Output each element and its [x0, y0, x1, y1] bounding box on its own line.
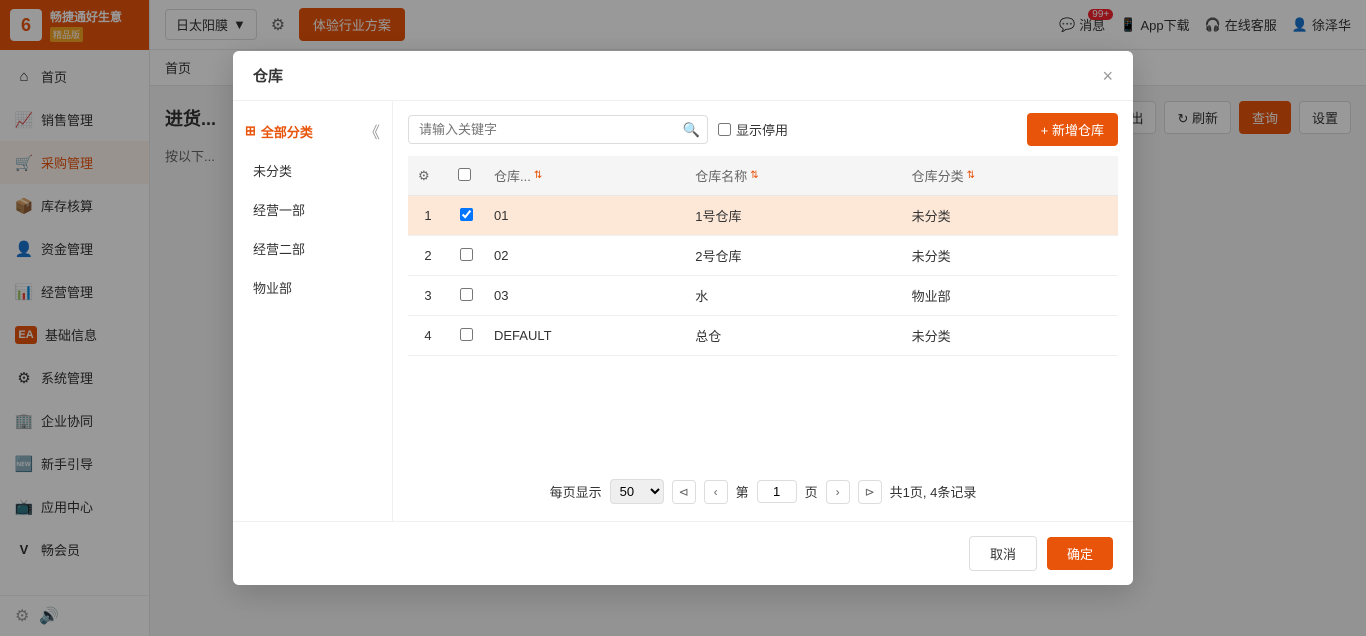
- table-row[interactable]: 4 DEFAULT 总仓 未分类: [408, 316, 1118, 356]
- col-code-header[interactable]: 仓库... ⇅: [484, 156, 685, 196]
- total-info: 共1页, 4条记录: [890, 482, 977, 501]
- warehouse-table: ⚙ 仓库... ⇅: [408, 156, 1118, 356]
- row-code: DEFAULT: [484, 316, 685, 356]
- page-input[interactable]: [757, 480, 797, 503]
- row-index: 1: [408, 196, 448, 236]
- row-code: 03: [484, 276, 685, 316]
- row-name: 水: [685, 276, 901, 316]
- sort-name-icon: ⇅: [750, 170, 758, 181]
- col-check: [448, 156, 484, 196]
- collapse-icon[interactable]: 《: [364, 119, 380, 143]
- row-name: 2号仓库: [685, 236, 901, 276]
- col-name-header[interactable]: 仓库名称 ⇅: [685, 156, 901, 196]
- modal-footer: 取消 确定: [233, 521, 1133, 585]
- table-area: 🔍 显示停用 + 新增仓库 ⚙: [393, 101, 1133, 521]
- row-checkbox[interactable]: [448, 316, 484, 356]
- gear-col-icon[interactable]: ⚙: [418, 168, 430, 183]
- table-row[interactable]: 1 01 1号仓库 未分类: [408, 196, 1118, 236]
- next-page-button[interactable]: ›: [826, 480, 850, 504]
- modal-header: 仓库 ×: [233, 51, 1133, 101]
- modal-close-button[interactable]: ×: [1102, 67, 1113, 85]
- search-wrap: 🔍: [408, 115, 708, 144]
- page-unit: 页: [805, 482, 818, 501]
- table-row[interactable]: 2 02 2号仓库 未分类: [408, 236, 1118, 276]
- prev-page-button[interactable]: ‹: [704, 480, 728, 504]
- search-icon[interactable]: 🔍: [683, 121, 700, 138]
- row-checkbox[interactable]: [448, 276, 484, 316]
- row-category: 未分类: [902, 196, 1118, 236]
- modal-title: 仓库: [253, 65, 283, 86]
- modal-body: ⊞ 全部分类 《 未分类 经营一部 经营二部 物业部 🔍: [233, 101, 1133, 521]
- row-category: 物业部: [902, 276, 1118, 316]
- pagination: 每页显示 50 10 20 100 ⊲ ‹ 第 页 › ⊳ 共1页, 4条记录: [408, 467, 1118, 509]
- category-item-uncat[interactable]: 未分类: [233, 151, 392, 190]
- col-category-header[interactable]: 仓库分类 ⇅: [902, 156, 1118, 196]
- table-container: ⚙ 仓库... ⇅: [408, 156, 1118, 467]
- show-disabled-checkbox[interactable]: [718, 123, 731, 136]
- last-page-button[interactable]: ⊳: [858, 480, 882, 504]
- row-category: 未分类: [902, 316, 1118, 356]
- row-code: 01: [484, 196, 685, 236]
- confirm-button[interactable]: 确定: [1047, 537, 1113, 570]
- grid-icon: ⊞: [245, 123, 256, 139]
- row-index: 3: [408, 276, 448, 316]
- category-item-dept1[interactable]: 经营一部: [233, 190, 392, 229]
- table-toolbar: 🔍 显示停用 + 新增仓库: [408, 113, 1118, 146]
- per-page-select[interactable]: 50 10 20 100: [610, 479, 664, 504]
- category-item-dept2[interactable]: 经营二部: [233, 229, 392, 268]
- page-label: 第: [736, 482, 749, 501]
- select-all-checkbox[interactable]: [458, 168, 471, 181]
- row-category: 未分类: [902, 236, 1118, 276]
- row-checkbox[interactable]: [448, 196, 484, 236]
- col-gear: ⚙: [408, 156, 448, 196]
- sort-code-icon: ⇅: [534, 170, 542, 181]
- table-row[interactable]: 3 03 水 物业部: [408, 276, 1118, 316]
- row-name: 总仓: [685, 316, 901, 356]
- row-index: 4: [408, 316, 448, 356]
- search-input[interactable]: [408, 115, 708, 144]
- all-category-label[interactable]: ⊞ 全部分类: [245, 122, 313, 141]
- category-item-property[interactable]: 物业部: [233, 268, 392, 307]
- warehouse-modal: 仓库 × ⊞ 全部分类 《 未分类 经营一部 经营二部 物业部: [233, 51, 1133, 585]
- modal-overlay: 仓库 × ⊞ 全部分类 《 未分类 经营一部 经营二部 物业部: [0, 0, 1366, 636]
- row-index: 2: [408, 236, 448, 276]
- sort-category-icon: ⇅: [967, 170, 975, 181]
- first-page-button[interactable]: ⊲: [672, 480, 696, 504]
- category-header: ⊞ 全部分类 《: [233, 111, 392, 151]
- add-warehouse-button[interactable]: + 新增仓库: [1027, 113, 1118, 146]
- category-sidebar: ⊞ 全部分类 《 未分类 经营一部 经营二部 物业部: [233, 101, 393, 521]
- show-disabled-label: 显示停用: [718, 120, 788, 139]
- cancel-button[interactable]: 取消: [969, 536, 1037, 571]
- row-checkbox[interactable]: [448, 236, 484, 276]
- row-code: 02: [484, 236, 685, 276]
- per-page-label: 每页显示: [550, 482, 602, 501]
- row-name: 1号仓库: [685, 196, 901, 236]
